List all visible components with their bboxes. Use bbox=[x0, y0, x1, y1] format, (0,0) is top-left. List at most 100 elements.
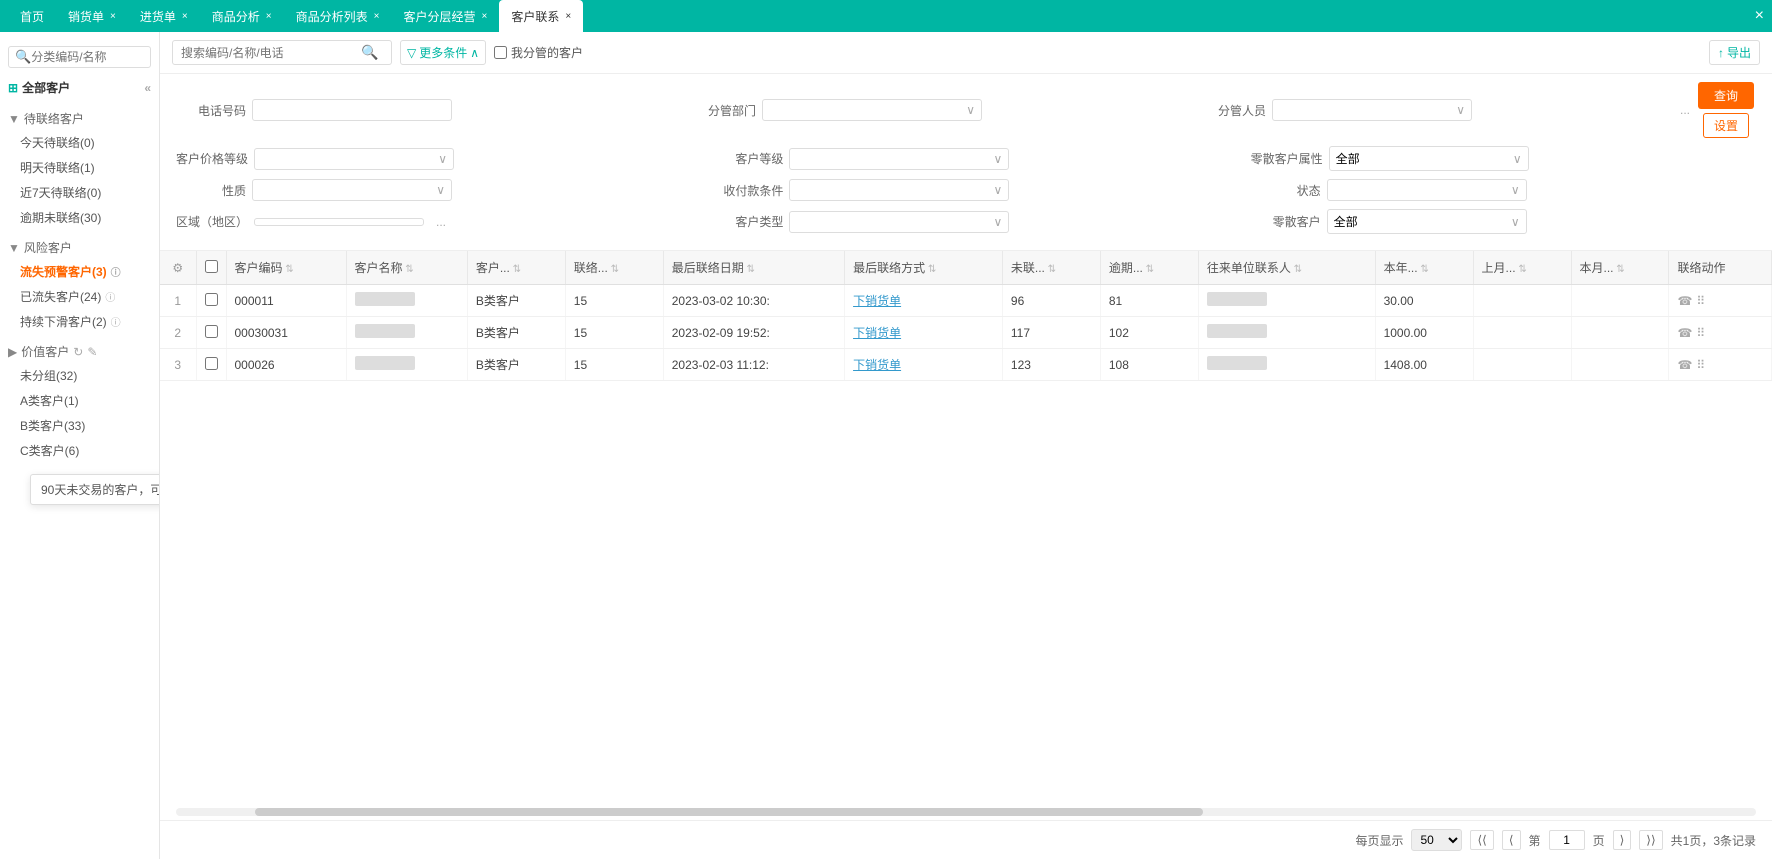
filter-actions: 查询 设置 bbox=[1696, 82, 1756, 138]
tab-sales-order[interactable]: 销货单 × bbox=[56, 0, 128, 32]
th-this-month[interactable]: 本月... bbox=[1571, 251, 1669, 285]
row2-more-icon[interactable]: ⠿ bbox=[1696, 326, 1705, 340]
select-all-checkbox[interactable] bbox=[205, 260, 218, 273]
filter-nature-select[interactable]: ∨ bbox=[252, 179, 452, 201]
filter-cust-level-select[interactable]: ∨ bbox=[789, 148, 1009, 170]
sidebar-item-tomorrow-contact[interactable]: 明天待联络(1) bbox=[0, 155, 159, 180]
th-last-month[interactable]: 上月... bbox=[1473, 251, 1571, 285]
row3-last-method[interactable]: 下销货单 bbox=[845, 349, 1003, 381]
th-settings[interactable]: ⚙ bbox=[160, 251, 196, 285]
filter-payment-select[interactable]: ∨ bbox=[789, 179, 1009, 201]
sidebar-item-ungrouped[interactable]: 未分组(32) bbox=[0, 363, 159, 388]
sidebar-item-today-contact[interactable]: 今天待联络(0) bbox=[0, 130, 159, 155]
row3-more-icon[interactable]: ⠿ bbox=[1696, 358, 1705, 372]
close-customer-contact-tab[interactable]: × bbox=[565, 11, 571, 22]
filter-retail-cust-select[interactable]: 全部 ∨ bbox=[1327, 209, 1527, 234]
close-all-button[interactable]: × bbox=[1755, 7, 1764, 25]
horizontal-scrollbar[interactable] bbox=[176, 808, 1756, 816]
sidebar-item-classA[interactable]: A类客户(1) bbox=[0, 388, 159, 413]
close-purchase-tab[interactable]: × bbox=[182, 11, 188, 22]
filter-price-level-select[interactable]: ∨ bbox=[254, 148, 454, 170]
filter-cust-type-select[interactable]: ∨ bbox=[789, 211, 1009, 233]
value-customer-group-title[interactable]: ▶ 价值客户 ↻ ✎ bbox=[0, 338, 159, 363]
close-product-analysis-tab[interactable]: × bbox=[266, 11, 272, 22]
sidebar-item-overdue-contact[interactable]: 逾期未联络(30) bbox=[0, 205, 159, 230]
th-unit-contact[interactable]: 往来单位联系人 bbox=[1198, 251, 1375, 285]
next-page-btn[interactable]: ⟩ bbox=[1613, 830, 1632, 850]
settings-button[interactable]: 设置 bbox=[1703, 113, 1749, 138]
value-group-edit[interactable]: ✎ bbox=[87, 345, 97, 359]
th-checkbox[interactable] bbox=[196, 251, 226, 285]
first-page-btn[interactable]: ⟨⟨ bbox=[1470, 830, 1493, 850]
filter-retail-attr-select[interactable]: 全部 ∨ bbox=[1329, 146, 1529, 171]
per-page-label: 每页显示 bbox=[1355, 832, 1403, 849]
search-input[interactable] bbox=[181, 46, 361, 60]
close-product-list-tab[interactable]: × bbox=[374, 11, 380, 22]
th-code[interactable]: 客户编码 bbox=[226, 251, 346, 285]
filter-more-btn[interactable]: ▽ 更多条件 ∧ bbox=[400, 40, 486, 65]
filter-phone-input[interactable] bbox=[252, 99, 452, 121]
row1-contact-icon[interactable]: ☎ bbox=[1677, 294, 1692, 308]
my-customers-checkbox[interactable] bbox=[494, 46, 507, 59]
sidebar-item-classC[interactable]: C类客户(6) bbox=[0, 438, 159, 463]
row3-method-link[interactable]: 下销货单 bbox=[853, 358, 901, 372]
value-group-refresh[interactable]: ↻ bbox=[73, 345, 83, 359]
my-customers-checkbox-wrap[interactable]: 我分管的客户 bbox=[494, 44, 583, 61]
row2-contact-icon[interactable]: ☎ bbox=[1677, 326, 1692, 340]
tab-purchase-order[interactable]: 进货单 × bbox=[128, 0, 200, 32]
row2-method-link[interactable]: 下销货单 bbox=[853, 326, 901, 340]
filter-region-select[interactable] bbox=[254, 218, 424, 226]
query-button[interactable]: 查询 bbox=[1698, 82, 1754, 109]
sidebar-item-declining[interactable]: 持续下滑客户(2) ⓘ bbox=[0, 309, 159, 334]
th-name[interactable]: 客户名称 bbox=[346, 251, 467, 285]
sidebar-all-customers[interactable]: ⊞ 全部客户 « bbox=[0, 74, 159, 101]
scrollbar-thumb[interactable] bbox=[255, 808, 1203, 816]
tab-customer-layer[interactable]: 客户分层经营 × bbox=[391, 0, 499, 32]
row1-last-method[interactable]: 下销货单 bbox=[845, 285, 1003, 317]
tab-product-analysis[interactable]: 商品分析 × bbox=[200, 0, 284, 32]
per-page-select[interactable]: 50 100 200 bbox=[1411, 829, 1462, 851]
page-number-input[interactable] bbox=[1549, 830, 1585, 850]
th-overdue[interactable]: 逾期... bbox=[1100, 251, 1198, 285]
filter-region-more[interactable]: ... bbox=[430, 215, 452, 229]
tab-customer-contact[interactable]: 客户联系 × bbox=[499, 0, 583, 32]
prev-page-btn[interactable]: ⟨ bbox=[1502, 830, 1521, 850]
th-this-year[interactable]: 本年... bbox=[1375, 251, 1473, 285]
filter-person-select[interactable]: ∨ bbox=[1272, 99, 1472, 121]
sidebar-item-churned[interactable]: 已流失客户(24) ⓘ bbox=[0, 284, 159, 309]
row3-checkbox[interactable] bbox=[205, 357, 218, 370]
total-records-label: 共1页，3条记录 bbox=[1671, 832, 1756, 849]
pending-contact-group-title[interactable]: ▼ 待联络客户 bbox=[0, 105, 159, 130]
th-level[interactable]: 客户... bbox=[467, 251, 565, 285]
sidebar-item-classB[interactable]: B类客户(33) bbox=[0, 413, 159, 438]
row1-checkbox[interactable] bbox=[205, 293, 218, 306]
chevron-down-nature: ∨ bbox=[436, 183, 445, 197]
row1-more-icon[interactable]: ⠿ bbox=[1696, 294, 1705, 308]
search-icon-btn[interactable]: 🔍 bbox=[361, 44, 378, 61]
row3-contact-icon[interactable]: ☎ bbox=[1677, 358, 1692, 372]
th-last-contact-method[interactable]: 最后联络方式 bbox=[845, 251, 1003, 285]
risk-customer-group-title[interactable]: ▼ 风险客户 bbox=[0, 234, 159, 259]
sidebar-item-churn-warning[interactable]: 流失预警客户(3) ⓘ bbox=[0, 259, 159, 284]
th-contact[interactable]: 联络... bbox=[565, 251, 663, 285]
filter-status-select[interactable]: ∨ bbox=[1327, 179, 1527, 201]
row2-check[interactable] bbox=[196, 317, 226, 349]
row1-method-link[interactable]: 下销货单 bbox=[853, 294, 901, 308]
last-page-btn[interactable]: ⟩⟩ bbox=[1639, 830, 1662, 850]
sidebar-search-input[interactable] bbox=[31, 50, 144, 64]
close-customer-layer-tab[interactable]: × bbox=[481, 11, 487, 22]
close-sales-order-tab[interactable]: × bbox=[110, 11, 116, 22]
th-no-contact[interactable]: 未联... bbox=[1002, 251, 1100, 285]
home-tab[interactable]: 首页 bbox=[8, 0, 56, 32]
row1-check[interactable] bbox=[196, 285, 226, 317]
filter-dept-select[interactable]: ∨ bbox=[762, 99, 982, 121]
row2-last-method[interactable]: 下销货单 bbox=[845, 317, 1003, 349]
th-last-contact-date[interactable]: 最后联络日期 bbox=[663, 251, 844, 285]
row2-checkbox[interactable] bbox=[205, 325, 218, 338]
filter-more-dots-1[interactable]: ... bbox=[1674, 103, 1696, 117]
row3-overdue: 108 bbox=[1100, 349, 1198, 381]
export-button[interactable]: ↑ 导出 bbox=[1709, 40, 1760, 65]
row3-check[interactable] bbox=[196, 349, 226, 381]
tab-product-analysis-list[interactable]: 商品分析列表 × bbox=[284, 0, 392, 32]
sidebar-item-7day-contact[interactable]: 近7天待联络(0) bbox=[0, 180, 159, 205]
